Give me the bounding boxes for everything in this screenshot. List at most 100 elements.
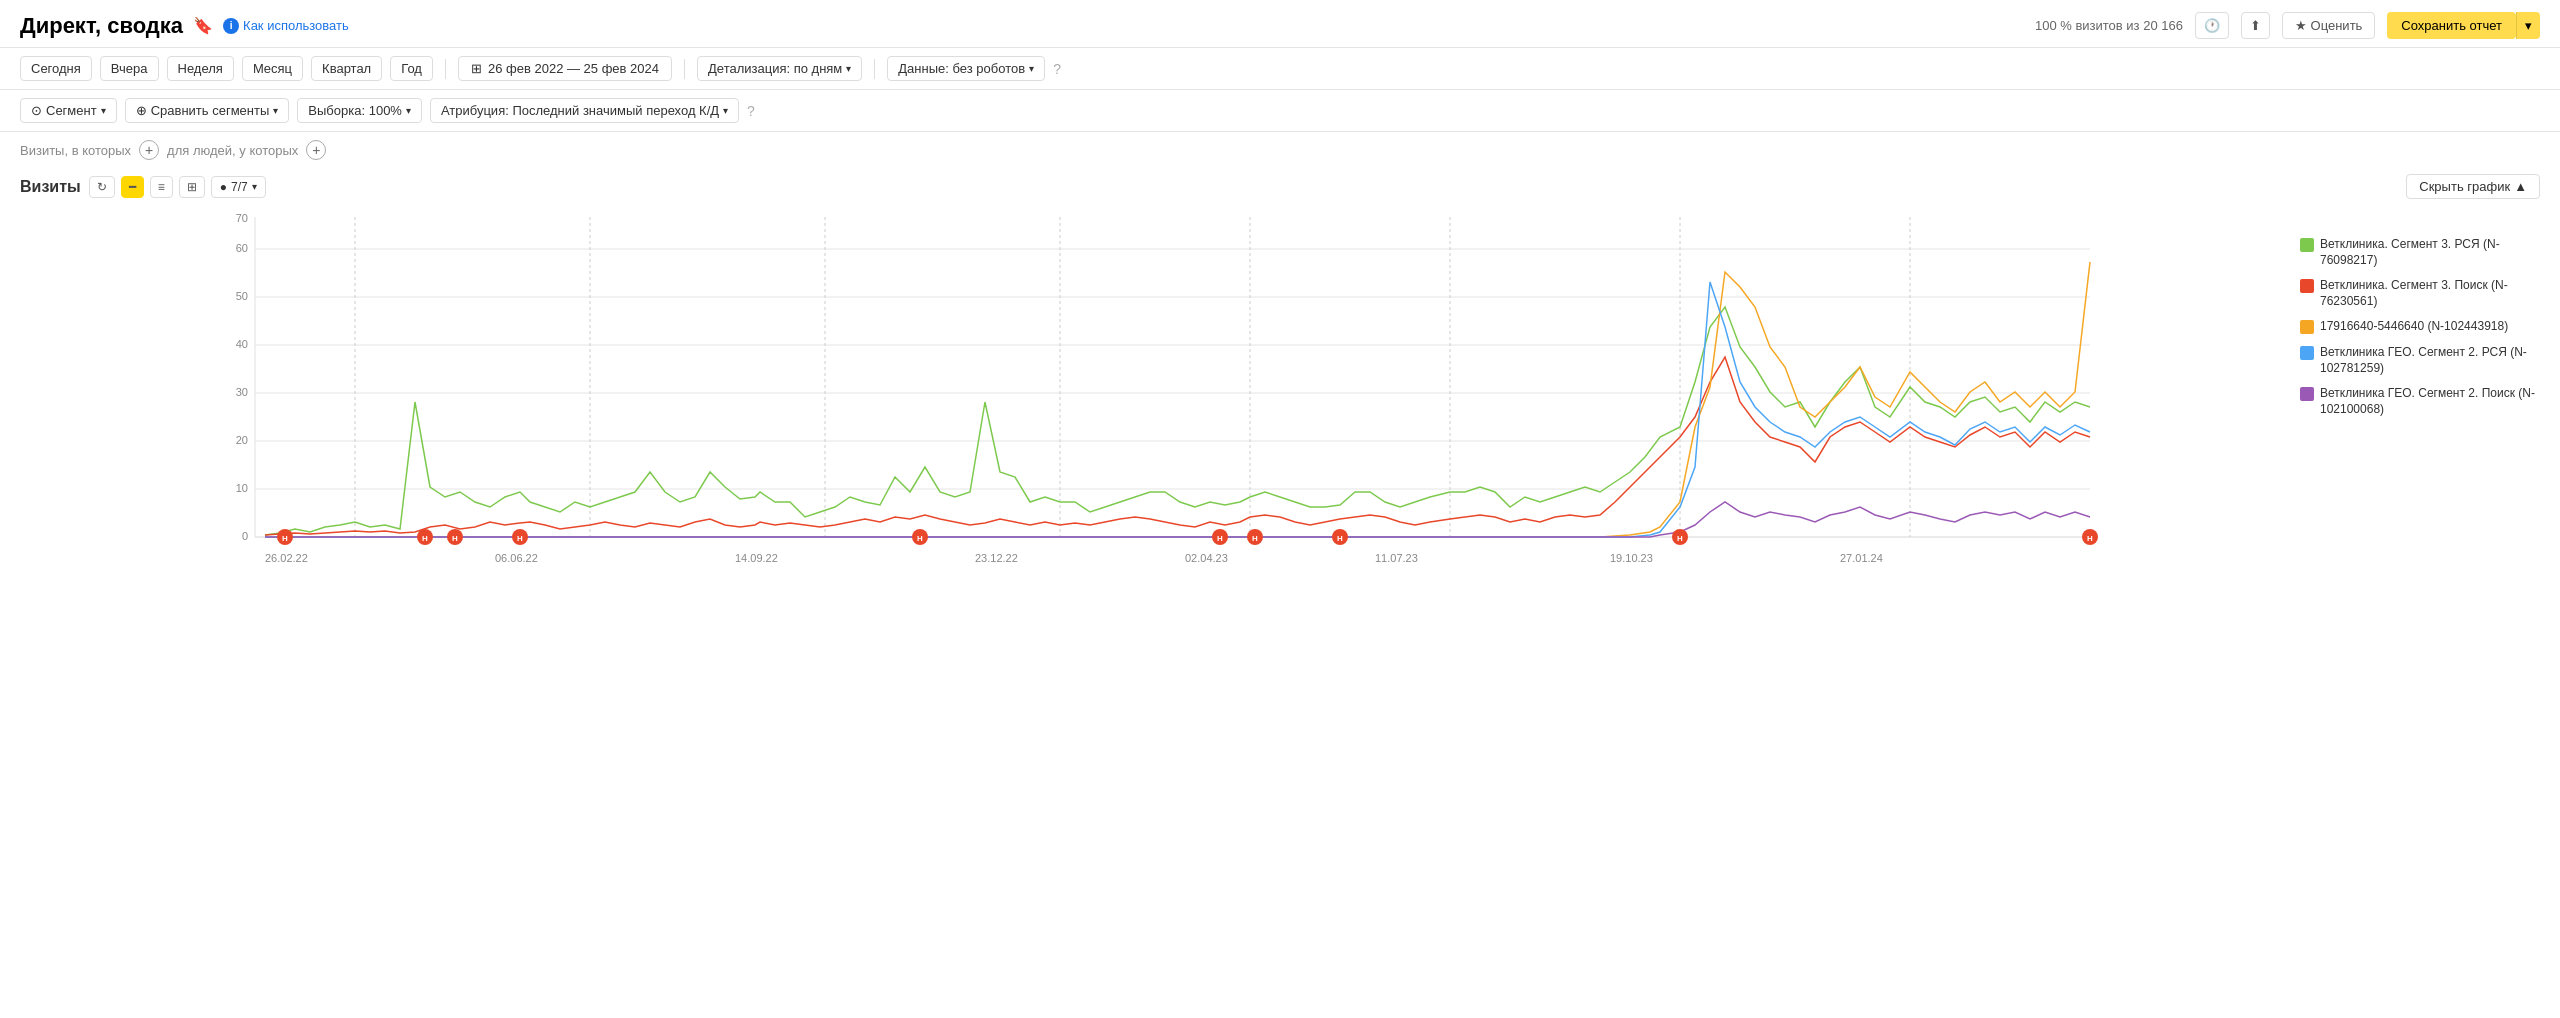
line-chart-button[interactable]: ━ xyxy=(121,176,144,198)
legend-item-2[interactable]: Ветклиника. Сегмент 3. Поиск (N-76230561… xyxy=(2300,278,2540,309)
chevron-down-icon-2: ▾ xyxy=(1029,63,1034,74)
svg-text:10: 10 xyxy=(236,482,248,494)
svg-text:H: H xyxy=(452,534,458,543)
separator-1 xyxy=(445,59,446,79)
segment-button[interactable]: ⊙ Сегмент ▾ xyxy=(20,98,117,123)
segment-filter-row: Визиты, в которых + для людей, у которых… xyxy=(0,132,2560,164)
refresh-chart-button[interactable]: ↻ xyxy=(89,176,115,198)
legend-item-5[interactable]: Ветклиника ГЕО. Сегмент 2. Поиск (N-1021… xyxy=(2300,386,2540,417)
svg-text:14.09.22: 14.09.22 xyxy=(735,552,778,564)
period-year[interactable]: Год xyxy=(390,56,433,81)
header-left: Директ, сводка 🔖 i Как использовать xyxy=(20,13,349,39)
chart-title: Визиты xyxy=(20,178,81,196)
chart-area: Визиты ↻ ━ ≡ ⊞ ● 7/7 ▾ Скрыть график ▲ xyxy=(0,164,2560,590)
history-button[interactable]: 🕐 xyxy=(2195,12,2229,39)
svg-text:H: H xyxy=(2087,534,2093,543)
segment-filter-text2: для людей, у которых xyxy=(167,143,298,158)
chart-controls: ↻ ━ ≡ ⊞ ● 7/7 ▾ xyxy=(89,176,266,198)
save-report-dropdown[interactable]: ▾ xyxy=(2516,12,2540,39)
svg-text:20: 20 xyxy=(236,434,248,446)
separator-3 xyxy=(874,59,875,79)
area-chart-button[interactable]: ≡ xyxy=(150,176,173,198)
sample-button[interactable]: Выборка: 100% ▾ xyxy=(297,98,422,123)
save-report-button[interactable]: Сохранить отчет xyxy=(2387,12,2516,39)
chart-legend: Ветклиника. Сегмент 3. РСЯ (N-76098217) … xyxy=(2300,207,2540,427)
legend-label-4: Ветклиника ГЕО. Сегмент 2. РСЯ (N-102781… xyxy=(2320,345,2540,376)
svg-text:H: H xyxy=(917,534,923,543)
date-range-label: 26 фев 2022 — 25 фев 2024 xyxy=(488,61,659,76)
calendar-icon: ⊞ xyxy=(471,61,482,76)
svg-text:H: H xyxy=(282,534,288,543)
chart-title-row: Визиты ↻ ━ ≡ ⊞ ● 7/7 ▾ xyxy=(20,176,266,198)
svg-text:H: H xyxy=(422,534,428,543)
legend-color-5 xyxy=(2300,387,2314,401)
svg-text:50: 50 xyxy=(236,290,248,302)
svg-text:H: H xyxy=(1337,534,1343,543)
compare-label: Сравнить сегменты xyxy=(151,103,270,118)
svg-text:27.01.24: 27.01.24 xyxy=(1840,552,1883,564)
separator-2 xyxy=(684,59,685,79)
how-to-use-link[interactable]: i Как использовать xyxy=(223,18,349,34)
attr-label: Атрибуция: Последний значимый переход К/… xyxy=(441,103,719,118)
series-count-button[interactable]: ● 7/7 ▾ xyxy=(211,176,266,198)
visits-count: 100 % визитов из 20 166 xyxy=(2035,18,2183,33)
rate-button[interactable]: ★ Оценить xyxy=(2282,12,2375,39)
hide-chart-button[interactable]: Скрыть график ▲ xyxy=(2406,174,2540,199)
info-circle-icon: i xyxy=(223,18,239,34)
legend-color-4 xyxy=(2300,346,2314,360)
period-quarter[interactable]: Квартал xyxy=(311,56,382,81)
period-week[interactable]: Неделя xyxy=(167,56,234,81)
legend-item-4[interactable]: Ветклиника ГЕО. Сегмент 2. РСЯ (N-102781… xyxy=(2300,345,2540,376)
legend-item-1[interactable]: Ветклиника. Сегмент 3. РСЯ (N-76098217) xyxy=(2300,237,2540,268)
legend-item-3[interactable]: 17916640-5446640 (N-102443918) xyxy=(2300,319,2540,335)
svg-text:02.04.23: 02.04.23 xyxy=(1185,552,1228,564)
header-right: 100 % визитов из 20 166 🕐 ⬆ ★ Оценить Со… xyxy=(2035,12,2540,39)
svg-text:0: 0 xyxy=(242,530,248,542)
date-range-button[interactable]: ⊞ 26 фев 2022 — 25 фев 2024 xyxy=(458,56,672,81)
attribution-info-icon[interactable]: ? xyxy=(747,103,755,119)
data-filter-label: Данные: без роботов xyxy=(898,61,1025,76)
svg-text:26.02.22: 26.02.22 xyxy=(265,552,308,564)
page-title: Директ, сводка xyxy=(20,13,183,39)
legend-color-3 xyxy=(2300,320,2314,334)
add-visit-condition-button[interactable]: + xyxy=(139,140,159,160)
svg-text:H: H xyxy=(1252,534,1258,543)
chart-svg: 0 10 20 30 40 50 60 70 26.02.22 06.0 xyxy=(20,207,2280,587)
svg-text:H: H xyxy=(1217,534,1223,543)
legend-color-2 xyxy=(2300,279,2314,293)
svg-text:30: 30 xyxy=(236,386,248,398)
period-toolbar: Сегодня Вчера Неделя Месяц Квартал Год ⊞… xyxy=(0,48,2560,90)
bookmark-icon[interactable]: 🔖 xyxy=(193,16,213,35)
legend-label-2: Ветклиника. Сегмент 3. Поиск (N-76230561… xyxy=(2320,278,2540,309)
chart-svg-container: 0 10 20 30 40 50 60 70 26.02.22 06.0 xyxy=(20,207,2280,590)
period-today[interactable]: Сегодня xyxy=(20,56,92,81)
segment-icon: ⊙ xyxy=(31,103,42,118)
add-user-condition-button[interactable]: + xyxy=(306,140,326,160)
period-month[interactable]: Месяц xyxy=(242,56,303,81)
period-yesterday[interactable]: Вчера xyxy=(100,56,159,81)
detail-button[interactable]: Детализация: по дням ▾ xyxy=(697,56,862,81)
svg-text:06.06.22: 06.06.22 xyxy=(495,552,538,564)
svg-text:23.12.22: 23.12.22 xyxy=(975,552,1018,564)
svg-text:40: 40 xyxy=(236,338,248,350)
series-count-label: 7/7 xyxy=(231,180,248,194)
data-filter-button[interactable]: Данные: без роботов ▾ xyxy=(887,56,1045,81)
chevron-up-icon: ▲ xyxy=(2514,179,2527,194)
svg-text:60: 60 xyxy=(236,242,248,254)
compare-segments-button[interactable]: ⊕ Сравнить сегменты ▾ xyxy=(125,98,290,123)
how-to-use-label: Как использовать xyxy=(243,18,349,33)
page-header: Директ, сводка 🔖 i Как использовать 100 … xyxy=(0,0,2560,48)
legend-label-5: Ветклиника ГЕО. Сегмент 2. Поиск (N-1021… xyxy=(2320,386,2540,417)
attribution-button[interactable]: Атрибуция: Последний значимый переход К/… xyxy=(430,98,739,123)
data-filter-info-icon[interactable]: ? xyxy=(1053,61,1061,77)
compare-icon: ⊕ xyxy=(136,103,147,118)
filter-bar: ⊙ Сегмент ▾ ⊕ Сравнить сегменты ▾ Выборк… xyxy=(0,90,2560,132)
svg-text:H: H xyxy=(1677,534,1683,543)
legend-label-1: Ветклиника. Сегмент 3. РСЯ (N-76098217) xyxy=(2320,237,2540,268)
chart-header: Визиты ↻ ━ ≡ ⊞ ● 7/7 ▾ Скрыть график ▲ xyxy=(20,174,2540,199)
chevron-down-icon-6: ▾ xyxy=(723,105,728,116)
chevron-down-icon-5: ▾ xyxy=(406,105,411,116)
export-button[interactable]: ⬆ xyxy=(2241,12,2270,39)
table-chart-button[interactable]: ⊞ xyxy=(179,176,205,198)
svg-text:H: H xyxy=(517,534,523,543)
